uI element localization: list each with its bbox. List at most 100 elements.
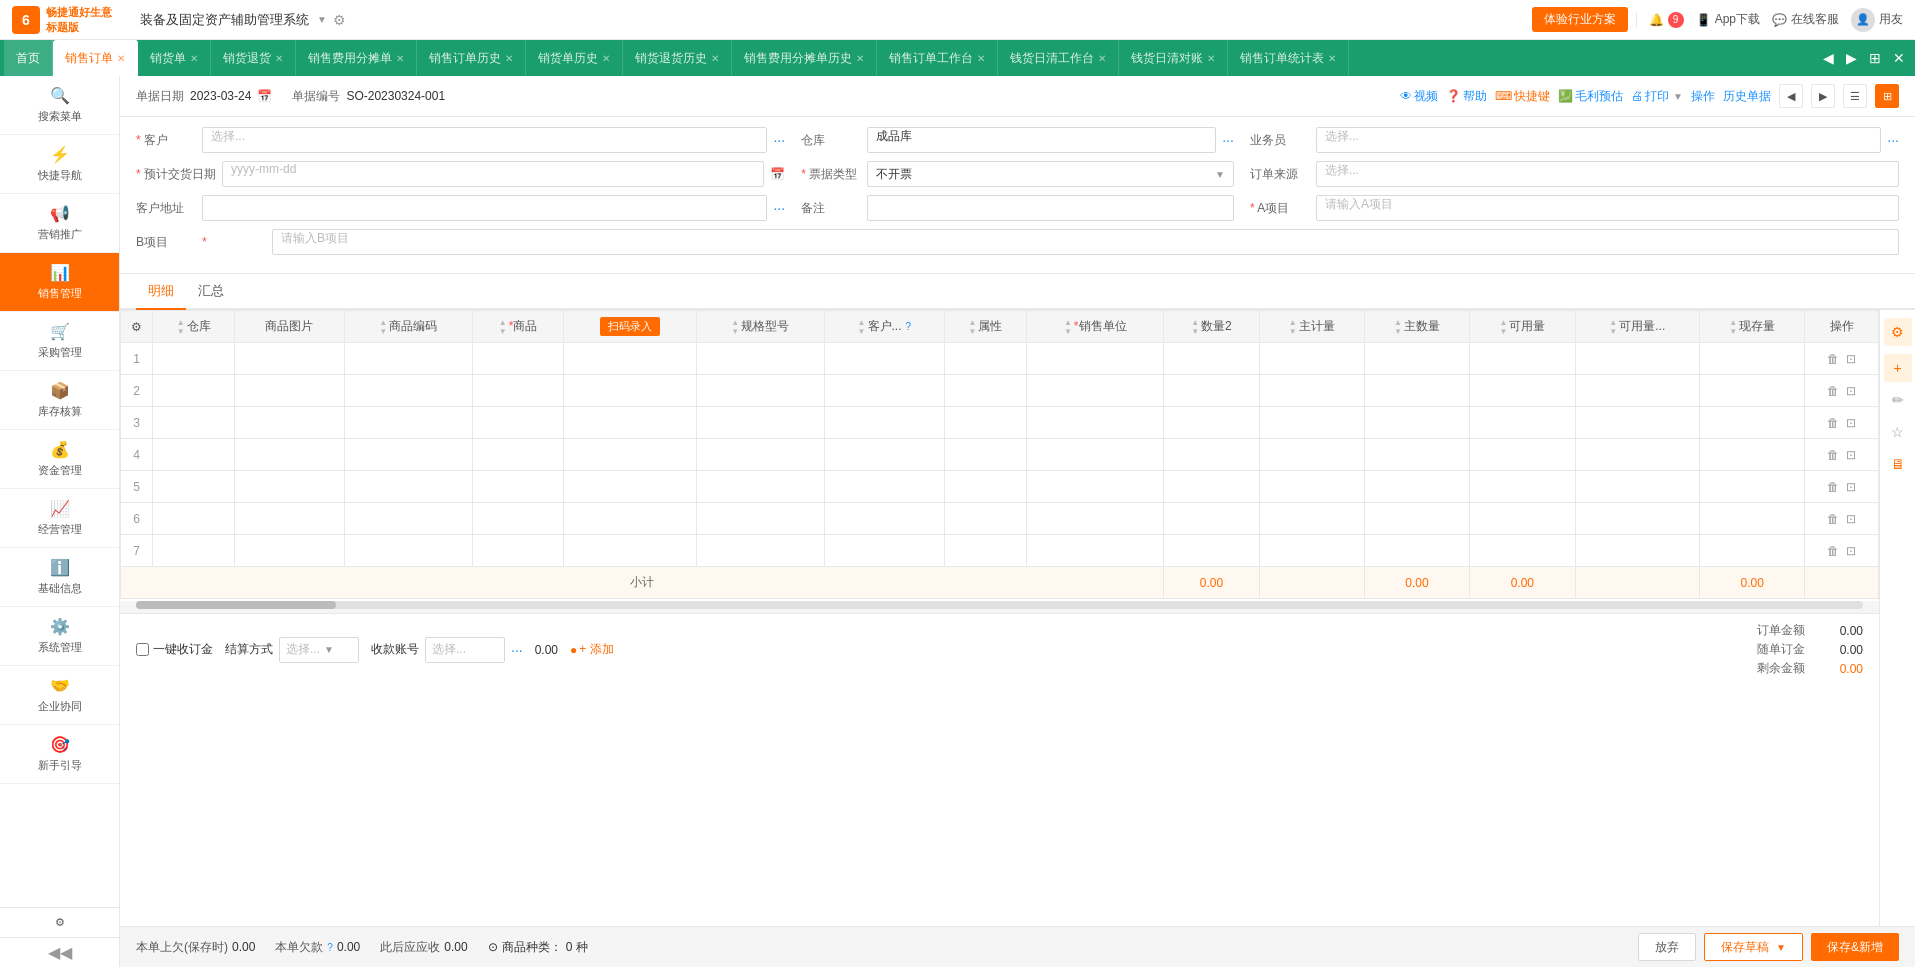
- col-main-qty[interactable]: ▲▼主数量: [1364, 311, 1469, 343]
- sidebar-item-purchase[interactable]: 🛒 采购管理: [0, 312, 119, 371]
- nav-close-icon[interactable]: ✕: [1887, 50, 1911, 66]
- nav-tab-sales-return-close[interactable]: ✕: [275, 53, 283, 64]
- row-5-copy-icon[interactable]: ⊡: [1846, 480, 1856, 494]
- nav-tab-sales-goods[interactable]: 销货单 ✕: [138, 40, 211, 76]
- nav-tab-daily-workbench-close[interactable]: ✕: [1098, 53, 1106, 64]
- tab-summary[interactable]: 汇总: [186, 274, 236, 310]
- order-source-input[interactable]: 选择...: [1316, 161, 1899, 187]
- row-2-warehouse[interactable]: [153, 375, 235, 407]
- sidebar-item-inventory[interactable]: 📦 库存核算: [0, 371, 119, 430]
- salesperson-input[interactable]: 选择...: [1316, 127, 1881, 153]
- sidebar-item-basic-info[interactable]: ℹ️ 基础信息: [0, 548, 119, 607]
- nav-tab-sales-order-history-close[interactable]: ✕: [505, 53, 513, 64]
- row-2-code[interactable]: [344, 375, 472, 407]
- nav-tab-return-history-close[interactable]: ✕: [711, 53, 719, 64]
- row-1-main-qty[interactable]: [1364, 343, 1469, 375]
- sidebar-item-finance[interactable]: 💰 资金管理: [0, 430, 119, 489]
- row-1-attribute[interactable]: [944, 343, 1026, 375]
- app-download-item[interactable]: 📱 App下载: [1696, 11, 1760, 28]
- row-6-delete-icon[interactable]: 🗑: [1827, 512, 1839, 526]
- sidebar-item-quick-nav[interactable]: ⚡ 快捷导航: [0, 135, 119, 194]
- nav-tab-sales-return[interactable]: 销货退货 ✕: [211, 40, 296, 76]
- save-draft-dropdown-icon[interactable]: ▼: [1776, 942, 1786, 953]
- shortcut-link[interactable]: ⌨ 快捷键: [1495, 88, 1550, 105]
- sidebar-item-sales[interactable]: 📊 销售管理: [0, 253, 119, 312]
- row-3-delete-icon[interactable]: 🗑: [1827, 416, 1839, 430]
- right-panel-settings-icon[interactable]: ⚙: [1884, 318, 1912, 346]
- row-7-delete-icon[interactable]: 🗑: [1827, 544, 1839, 558]
- row-1-unit[interactable]: [1027, 343, 1164, 375]
- profit-link[interactable]: 💹 毛利预估: [1558, 88, 1623, 105]
- nav-tab-daily-reconcile[interactable]: 钱货日清对账 ✕: [1119, 40, 1228, 76]
- customer-address-input[interactable]: [202, 195, 767, 221]
- nav-tab-sales-fee[interactable]: 销售费用分摊单 ✕: [296, 40, 417, 76]
- one-click-checkbox[interactable]: [136, 643, 149, 656]
- row-2-customer-code[interactable]: [824, 375, 944, 407]
- row-2-qty2[interactable]: [1164, 375, 1259, 407]
- print-link[interactable]: 🖨 打印 ▼: [1631, 88, 1683, 105]
- col-attribute[interactable]: ▲▼属性: [944, 311, 1026, 343]
- row-1-customer-code[interactable]: [824, 343, 944, 375]
- col-customer-code[interactable]: ▲▼客户...?: [824, 311, 944, 343]
- row-2-main-qty[interactable]: [1364, 375, 1469, 407]
- col-available[interactable]: ▲▼可用量: [1470, 311, 1575, 343]
- right-panel-edit-icon[interactable]: ✏: [1884, 386, 1912, 414]
- nav-prev-icon[interactable]: ◀: [1817, 50, 1840, 66]
- nav-tab-sales-workbench-close[interactable]: ✕: [977, 53, 985, 64]
- nav-tab-sales-goods-close[interactable]: ✕: [190, 53, 198, 64]
- operation-link[interactable]: 操作: [1691, 88, 1715, 105]
- settings-icon[interactable]: ⚙: [333, 12, 346, 28]
- row-5-delete-icon[interactable]: 🗑: [1827, 480, 1839, 494]
- nav-tab-sales-stats[interactable]: 销售订单统计表 ✕: [1228, 40, 1349, 76]
- notification-item[interactable]: 🔔 9: [1649, 12, 1684, 28]
- customer-address-more-btn[interactable]: ···: [773, 200, 785, 216]
- sidebar-item-search[interactable]: 🔍 搜索菜单: [0, 76, 119, 135]
- row-2-unit[interactable]: [1027, 375, 1164, 407]
- prev-record-btn[interactable]: ◀: [1779, 84, 1803, 108]
- remark-input[interactable]: [867, 195, 1234, 221]
- col-goods[interactable]: ▲▼*商品: [472, 311, 563, 343]
- nav-tab-fee-history-close[interactable]: ✕: [856, 53, 864, 64]
- nav-next-icon[interactable]: ▶: [1840, 50, 1863, 66]
- view-link[interactable]: 👁 视频: [1400, 88, 1438, 105]
- right-panel-add-icon[interactable]: +: [1884, 354, 1912, 382]
- row-3-warehouse[interactable]: [153, 407, 235, 439]
- list-view-btn[interactable]: ☰: [1843, 84, 1867, 108]
- warehouse-input[interactable]: 成品库: [867, 127, 1216, 153]
- invoice-type-select[interactable]: 不开票 ▼: [867, 161, 1234, 187]
- nav-tab-return-history[interactable]: 销货退货历史 ✕: [623, 40, 732, 76]
- col-available2[interactable]: ▲▼可用量...: [1575, 311, 1700, 343]
- col-unit[interactable]: ▲▼*销售单位: [1027, 311, 1164, 343]
- sidebar-item-operations[interactable]: 📈 经营管理: [0, 489, 119, 548]
- grid-view-btn[interactable]: ⊞: [1875, 84, 1899, 108]
- warehouse-more-btn[interactable]: ···: [1222, 132, 1234, 148]
- nav-tab-sales-stats-close[interactable]: ✕: [1328, 53, 1336, 64]
- sidebar-settings-btn[interactable]: ⚙: [0, 908, 119, 937]
- row-1-qty2[interactable]: [1164, 343, 1259, 375]
- nav-tab-sales-workbench[interactable]: 销售订单工作台 ✕: [877, 40, 998, 76]
- payment-method-select[interactable]: 选择... ▼: [279, 637, 359, 663]
- row-1-spec[interactable]: [696, 343, 824, 375]
- row-1-warehouse[interactable]: [153, 343, 235, 375]
- row-1-delete-icon[interactable]: 🗑: [1827, 352, 1839, 366]
- row-4-delete-icon[interactable]: 🗑: [1827, 448, 1839, 462]
- sidebar-item-guide[interactable]: 🎯 新手引导: [0, 725, 119, 784]
- save-new-btn[interactable]: 保存&新增: [1811, 933, 1899, 961]
- tab-detail[interactable]: 明细: [136, 274, 186, 310]
- col-code[interactable]: ▲▼商品编码: [344, 311, 472, 343]
- nav-expand-icon[interactable]: ⊞: [1863, 50, 1887, 66]
- history-link[interactable]: 历史单据: [1723, 88, 1771, 105]
- nav-tab-home[interactable]: 首页: [4, 40, 53, 76]
- row-2-delete-icon[interactable]: 🗑: [1827, 384, 1839, 398]
- col-warehouse[interactable]: ▲▼仓库: [153, 311, 235, 343]
- user-item[interactable]: 👤 用友: [1851, 8, 1903, 32]
- col-scan[interactable]: 扫码录入: [564, 311, 696, 343]
- sidebar-item-enterprise[interactable]: 🤝 企业协同: [0, 666, 119, 725]
- nav-tab-daily-workbench[interactable]: 钱货日清工作台 ✕: [998, 40, 1119, 76]
- nav-tab-goods-history-close[interactable]: ✕: [602, 53, 610, 64]
- a-project-input[interactable]: 请输入A项目: [1316, 195, 1899, 221]
- right-panel-star-icon[interactable]: ☆: [1884, 418, 1912, 446]
- row-6-copy-icon[interactable]: ⊡: [1846, 512, 1856, 526]
- nav-tab-daily-reconcile-close[interactable]: ✕: [1207, 53, 1215, 64]
- receipt-account-more-btn[interactable]: ···: [511, 642, 523, 658]
